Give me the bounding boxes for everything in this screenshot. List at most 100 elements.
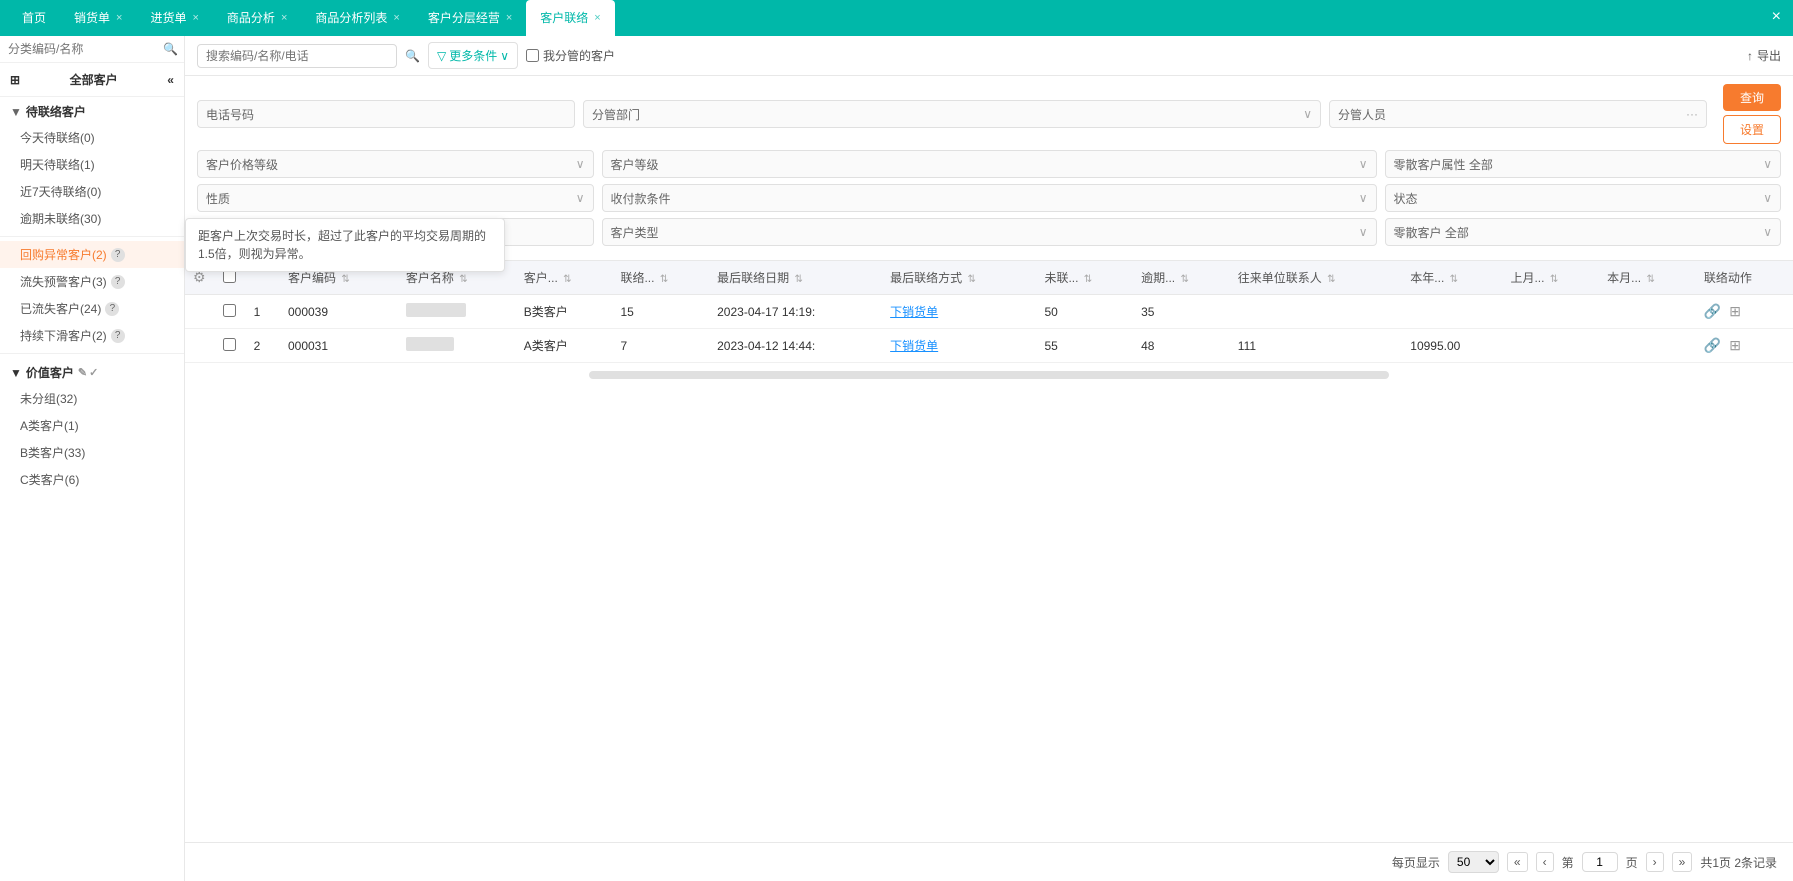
window-close-icon[interactable]: ×: [1772, 8, 1781, 26]
nav-product-analysis[interactable]: 商品分析 ×: [213, 0, 301, 36]
row1-link-icon[interactable]: 🔗: [1704, 303, 1721, 320]
col-contact[interactable]: 联络... ⇅: [612, 261, 709, 295]
retail-customer-filter[interactable]: 零散客户 全部 ∨: [1385, 218, 1782, 246]
col-contact-person[interactable]: 往来单位联系人 ⇅: [1230, 261, 1403, 295]
row1-code[interactable]: 000039: [280, 295, 398, 329]
close-purchase-icon[interactable]: ×: [192, 0, 198, 36]
sidebar-item-class-c[interactable]: C类客户(6): [0, 466, 184, 493]
pending-contact-group[interactable]: ▼ 待联络客户: [0, 97, 184, 124]
filter-search-icon[interactable]: 🔍: [405, 49, 420, 63]
sidebar-item-today[interactable]: 今天待联络(0): [0, 124, 184, 151]
col-this-month[interactable]: 本月... ⇅: [1599, 261, 1696, 295]
price-level-dropdown-icon[interactable]: ∨: [576, 157, 585, 171]
export-button[interactable]: ↑ 导出: [1747, 47, 1781, 64]
sidebar-item-class-a[interactable]: A类客户(1): [0, 412, 184, 439]
col-unread[interactable]: 未联... ⇅: [1036, 261, 1133, 295]
row2-last-method[interactable]: 下销货单: [882, 329, 1036, 363]
person-filter[interactable]: 分管人员 ···: [1329, 100, 1707, 128]
close-segmentation-icon[interactable]: ×: [506, 0, 512, 36]
sidebar-search-icon[interactable]: 🔍: [163, 42, 178, 56]
sidebar-item-tomorrow[interactable]: 明天待联络(1): [0, 151, 184, 178]
row1-last-method[interactable]: 下销货单: [882, 295, 1036, 329]
col-overdue[interactable]: 逾期... ⇅: [1133, 261, 1230, 295]
collapse-icon[interactable]: «: [167, 73, 174, 87]
col-level[interactable]: 客户... ⇅: [516, 261, 613, 295]
payment-dropdown-icon[interactable]: ∨: [1359, 191, 1368, 205]
customer-type-dropdown-icon[interactable]: ∨: [1359, 225, 1368, 239]
col-last-method[interactable]: 最后联络方式 ⇅: [882, 261, 1036, 295]
sidebar-item-7days[interactable]: 近7天待联络(0): [0, 178, 184, 205]
dept-filter[interactable]: 分管部门 ∨: [583, 100, 1321, 128]
nav-purchase[interactable]: 进货单 ×: [136, 0, 212, 36]
sort-level-icon[interactable]: ⇅: [563, 274, 571, 285]
sort-contact-person-icon[interactable]: ⇅: [1327, 274, 1335, 285]
customer-level-dropdown-icon[interactable]: ∨: [1359, 157, 1368, 171]
dept-dropdown-icon[interactable]: ∨: [1303, 107, 1312, 121]
sidebar-search-input[interactable]: [8, 42, 163, 56]
close-product-analysis-list-icon[interactable]: ×: [393, 0, 399, 36]
sidebar-item-ungroup[interactable]: 未分组(32): [0, 385, 184, 412]
nav-sales[interactable]: 销货单 ×: [60, 0, 136, 36]
question-icon-2[interactable]: ?: [105, 302, 119, 316]
row1-select-checkbox[interactable]: [223, 304, 236, 317]
close-product-analysis-icon[interactable]: ×: [281, 0, 287, 36]
sidebar-item-declining[interactable]: 持续下滑客户(2) ?: [0, 322, 184, 349]
row2-code[interactable]: 000031: [280, 329, 398, 363]
first-page-button[interactable]: «: [1507, 852, 1528, 872]
row2-link-icon[interactable]: 🔗: [1704, 337, 1721, 354]
person-dots-icon[interactable]: ···: [1686, 107, 1698, 121]
sort-month-icon[interactable]: ⇅: [1647, 274, 1655, 285]
sidebar-item-overdue[interactable]: 逾期未联络(30): [0, 205, 184, 232]
sort-year-icon[interactable]: ⇅: [1450, 274, 1458, 285]
query-button[interactable]: 查询: [1723, 84, 1781, 111]
sidebar-item-repurchase-anomaly[interactable]: 回购异常客户(2) ?: [0, 241, 184, 268]
retail-attr-filter[interactable]: 零散客户属性 全部 ∨: [1385, 150, 1782, 178]
search-input[interactable]: [197, 44, 397, 68]
customer-type-filter[interactable]: 客户类型 ∨: [602, 218, 1377, 246]
col-last-month[interactable]: 上月... ⇅: [1502, 261, 1599, 295]
nav-product-analysis-list[interactable]: 商品分析列表 ×: [301, 0, 413, 36]
all-customers-section[interactable]: ⊞ 全部客户 «: [0, 63, 184, 97]
horizontal-scrollbar[interactable]: [589, 371, 1389, 379]
current-page-input[interactable]: [1582, 852, 1618, 872]
nature-filter[interactable]: 性质 ∨: [197, 184, 594, 212]
question-icon-0[interactable]: ?: [111, 248, 125, 262]
status-filter[interactable]: 状态 ∨: [1385, 184, 1782, 212]
sort-method-icon[interactable]: ⇅: [968, 274, 976, 285]
sidebar-item-class-b[interactable]: B类客户(33): [0, 439, 184, 466]
nav-customer-segmentation[interactable]: 客户分层经营 ×: [414, 0, 526, 36]
close-customer-contact-icon[interactable]: ×: [594, 0, 600, 36]
question-icon-3[interactable]: ?: [111, 329, 125, 343]
page-size-select[interactable]: 50 100 200: [1448, 851, 1499, 873]
sort-lmonth-icon[interactable]: ⇅: [1550, 274, 1558, 285]
row1-grid-icon[interactable]: ⊞: [1729, 303, 1741, 320]
row2-select-checkbox[interactable]: [223, 338, 236, 351]
retail-customer-dropdown-icon[interactable]: ∨: [1763, 225, 1772, 239]
col-this-year[interactable]: 本年... ⇅: [1402, 261, 1502, 295]
edit-icon[interactable]: ✎: [78, 366, 87, 379]
sort-date-icon[interactable]: ⇅: [794, 274, 802, 285]
retail-attr-dropdown-icon[interactable]: ∨: [1763, 157, 1772, 171]
nav-home[interactable]: 首页: [8, 0, 60, 36]
sidebar-item-churn-warning[interactable]: 流失预警客户(3) ?: [0, 268, 184, 295]
my-customers-checkbox[interactable]: [526, 49, 539, 62]
sort-code-icon[interactable]: ⇅: [341, 274, 349, 285]
row2-grid-icon[interactable]: ⊞: [1729, 337, 1741, 354]
sort-overdue-icon[interactable]: ⇅: [1180, 274, 1188, 285]
more-conditions-button[interactable]: ▽ 更多条件 ∨: [428, 42, 518, 69]
nature-dropdown-icon[interactable]: ∨: [576, 191, 585, 205]
payment-filter[interactable]: 收付款条件 ∨: [602, 184, 1377, 212]
prev-page-button[interactable]: ‹: [1536, 852, 1554, 872]
phone-filter[interactable]: 电话号码: [197, 100, 575, 128]
price-level-filter[interactable]: 客户价格等级 ∨: [197, 150, 594, 178]
nav-customer-contact[interactable]: 客户联络 ×: [526, 0, 614, 36]
value-customers-section[interactable]: ▼ 价值客户 ✎ ✓: [0, 358, 184, 385]
col-last-date[interactable]: 最后联络日期 ⇅: [709, 261, 882, 295]
sort-name-icon[interactable]: ⇅: [459, 274, 467, 285]
close-sales-icon[interactable]: ×: [116, 0, 122, 36]
status-dropdown-icon[interactable]: ∨: [1763, 191, 1772, 205]
settings-button[interactable]: 设置: [1723, 115, 1781, 144]
question-icon-1[interactable]: ?: [111, 275, 125, 289]
sidebar-item-churned[interactable]: 已流失客户(24) ?: [0, 295, 184, 322]
customer-level-filter[interactable]: 客户等级 ∨: [602, 150, 1377, 178]
